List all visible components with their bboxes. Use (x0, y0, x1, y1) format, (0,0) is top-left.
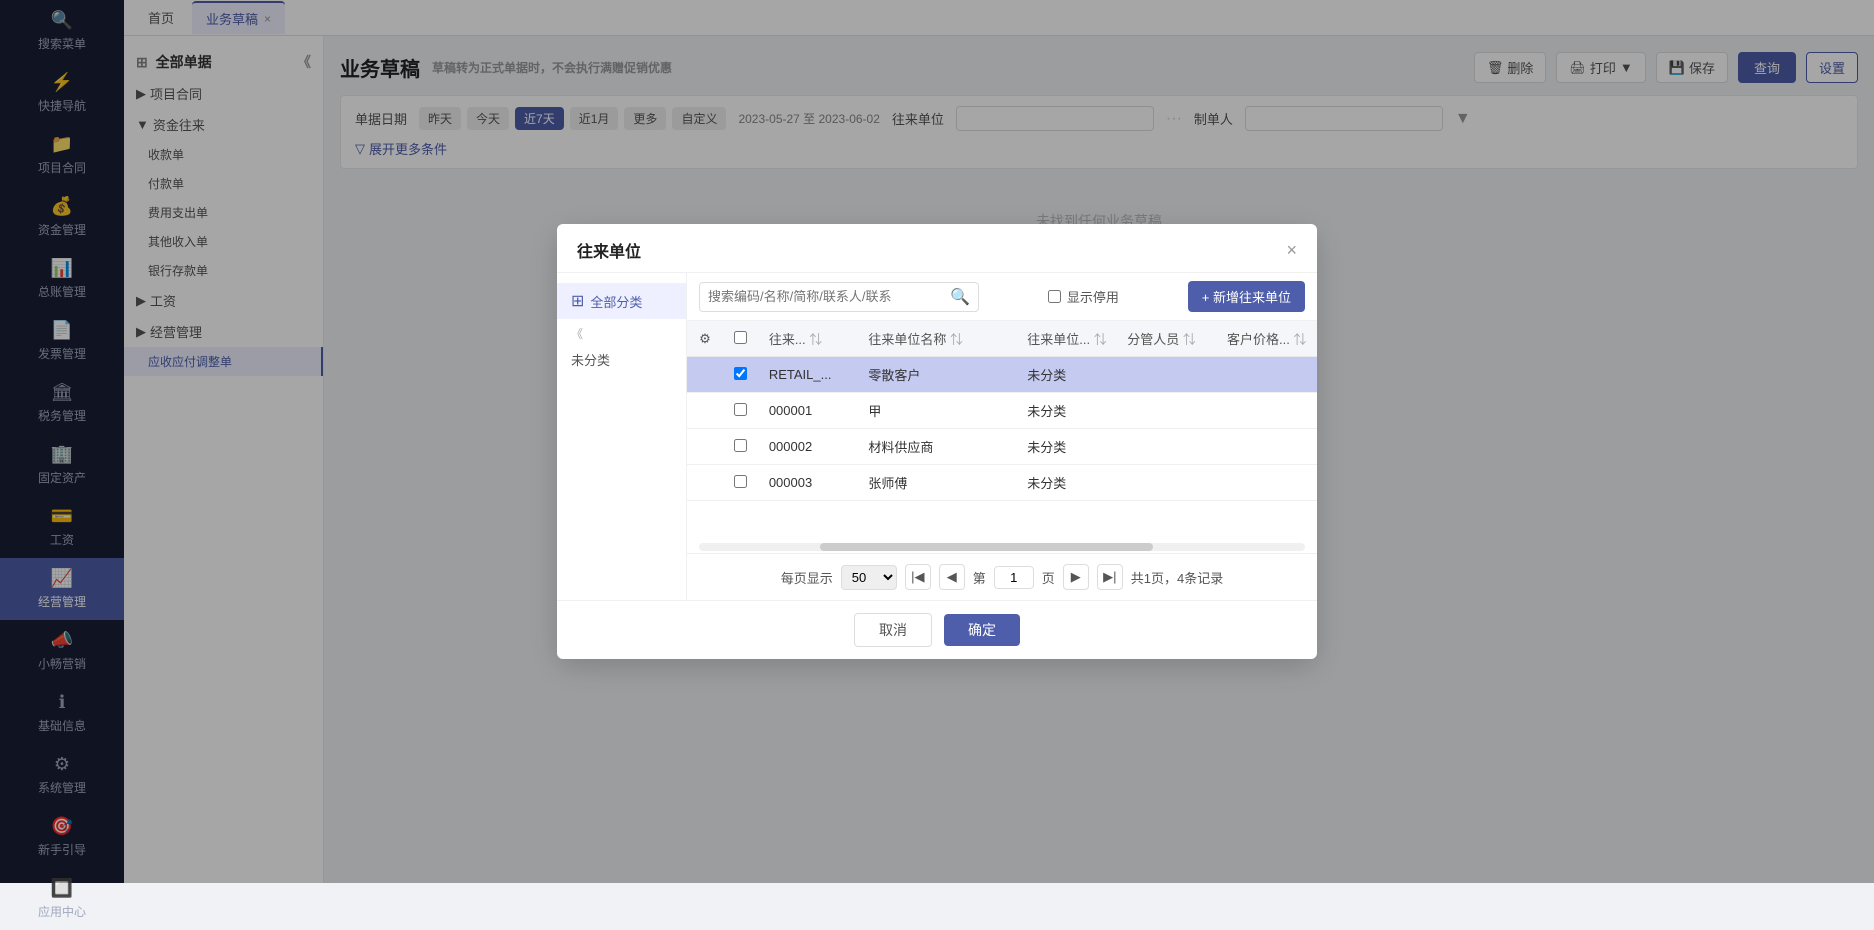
row-check[interactable] (723, 357, 759, 393)
row-checkbox[interactable] (734, 475, 747, 488)
next-page-button[interactable]: ▶ (1063, 564, 1089, 590)
show-disabled-checkbox[interactable] (1048, 290, 1061, 303)
col-salesperson-header[interactable]: 分管人员 ⇅ (1117, 321, 1217, 357)
row-category: 未分类 (1017, 357, 1117, 393)
row-settings[interactable] (687, 357, 723, 393)
col-code-header[interactable]: 往来... ⇅ (759, 321, 859, 357)
row-price (1217, 465, 1317, 501)
dialog-body: ⊞ 全部分类 《 未分类 🔍 显示停用 (557, 273, 1317, 600)
table-row[interactable]: 000001 甲 未分类 (687, 393, 1317, 429)
select-all-checkbox[interactable] (734, 331, 747, 344)
row-price (1217, 357, 1317, 393)
cancel-button[interactable]: 取消 (854, 613, 932, 647)
counterparty-dialog: 往来单位 × ⊞ 全部分类 《 未分类 (557, 224, 1317, 659)
row-category: 未分类 (1017, 393, 1117, 429)
dialog-main: 🔍 显示停用 + 新增往来单位 (687, 273, 1317, 600)
row-checkbox[interactable] (734, 439, 747, 452)
table-row[interactable]: RETAIL_... 零散客户 未分类 (687, 357, 1317, 393)
col-check-header[interactable] (723, 321, 759, 357)
show-disabled-toggle[interactable]: 显示停用 (1048, 287, 1119, 306)
row-name: 张师傅 (858, 465, 1017, 501)
dialog-header: 往来单位 × (557, 224, 1317, 273)
row-check[interactable] (723, 465, 759, 501)
dialog-title: 往来单位 (577, 238, 641, 262)
dialog-toolbar: 🔍 显示停用 + 新增往来单位 (687, 273, 1317, 321)
row-checkbox[interactable] (734, 403, 747, 416)
prev-page-button[interactable]: ◀ (939, 564, 965, 590)
row-settings[interactable] (687, 393, 723, 429)
dialog-sidebar-collapse[interactable]: 《 (557, 319, 686, 344)
row-salesperson (1117, 357, 1217, 393)
row-code: RETAIL_... (759, 357, 859, 393)
dialog-close-button[interactable]: × (1286, 240, 1297, 261)
dialog-table-scroll[interactable]: ⚙ 往来... ⇅ 往来单位名称 ⇅ 往来单位... (687, 321, 1317, 541)
horizontal-scrollbar[interactable] (699, 543, 1305, 551)
dialog-overlay: 往来单位 × ⊞ 全部分类 《 未分类 (0, 0, 1874, 883)
row-code: 000003 (759, 465, 859, 501)
row-check[interactable] (723, 429, 759, 465)
counterparty-search-input[interactable] (708, 289, 944, 304)
dialog-pagination: 每页显示 50 20 100 |◀ ◀ 第 页 ▶ ▶| 共1页，4条记录 (687, 553, 1317, 600)
confirm-button[interactable]: 确定 (944, 614, 1020, 646)
table-row[interactable]: 000002 材料供应商 未分类 (687, 429, 1317, 465)
col-settings-header[interactable]: ⚙ (687, 321, 723, 357)
first-page-button[interactable]: |◀ (905, 564, 931, 590)
counterparty-search-box[interactable]: 🔍 (699, 282, 979, 312)
page-number-input[interactable] (994, 566, 1034, 589)
scrollbar-thumb (820, 543, 1153, 551)
row-name: 甲 (858, 393, 1017, 429)
col-price-header[interactable]: 客户价格... ⇅ (1217, 321, 1317, 357)
last-page-button[interactable]: ▶| (1097, 564, 1123, 590)
row-settings[interactable] (687, 465, 723, 501)
search-icon: 🔍 (950, 287, 970, 307)
row-check[interactable] (723, 393, 759, 429)
grid-icon: ⊞ (571, 291, 584, 311)
row-category: 未分类 (1017, 429, 1117, 465)
dialog-sidebar-unclassified[interactable]: 未分类 (557, 344, 686, 375)
row-category: 未分类 (1017, 465, 1117, 501)
row-salesperson (1117, 465, 1217, 501)
dialog-footer: 取消 确定 (557, 600, 1317, 659)
dialog-sidebar-all[interactable]: ⊞ 全部分类 (557, 283, 686, 319)
counterparty-table: ⚙ 往来... ⇅ 往来单位名称 ⇅ 往来单位... (687, 321, 1317, 501)
row-name: 材料供应商 (858, 429, 1017, 465)
row-settings[interactable] (687, 429, 723, 465)
col-name-header[interactable]: 往来单位名称 ⇅ (858, 321, 1017, 357)
row-price (1217, 393, 1317, 429)
row-price (1217, 429, 1317, 465)
row-code: 000001 (759, 393, 859, 429)
col-category-header[interactable]: 往来单位... ⇅ (1017, 321, 1117, 357)
dialog-table: ⚙ 往来... ⇅ 往来单位名称 ⇅ 往来单位... (687, 321, 1317, 553)
row-salesperson (1117, 429, 1217, 465)
dialog-sidebar: ⊞ 全部分类 《 未分类 (557, 273, 687, 600)
table-row[interactable]: 000003 张师傅 未分类 (687, 465, 1317, 501)
per-page-select[interactable]: 50 20 100 (841, 565, 897, 590)
add-counterparty-button[interactable]: + 新增往来单位 (1188, 281, 1305, 312)
row-checkbox[interactable] (734, 367, 747, 380)
row-name: 零散客户 (858, 357, 1017, 393)
row-salesperson (1117, 393, 1217, 429)
row-code: 000002 (759, 429, 859, 465)
sidebar-appcenter-label: 应用中心 (38, 903, 86, 920)
